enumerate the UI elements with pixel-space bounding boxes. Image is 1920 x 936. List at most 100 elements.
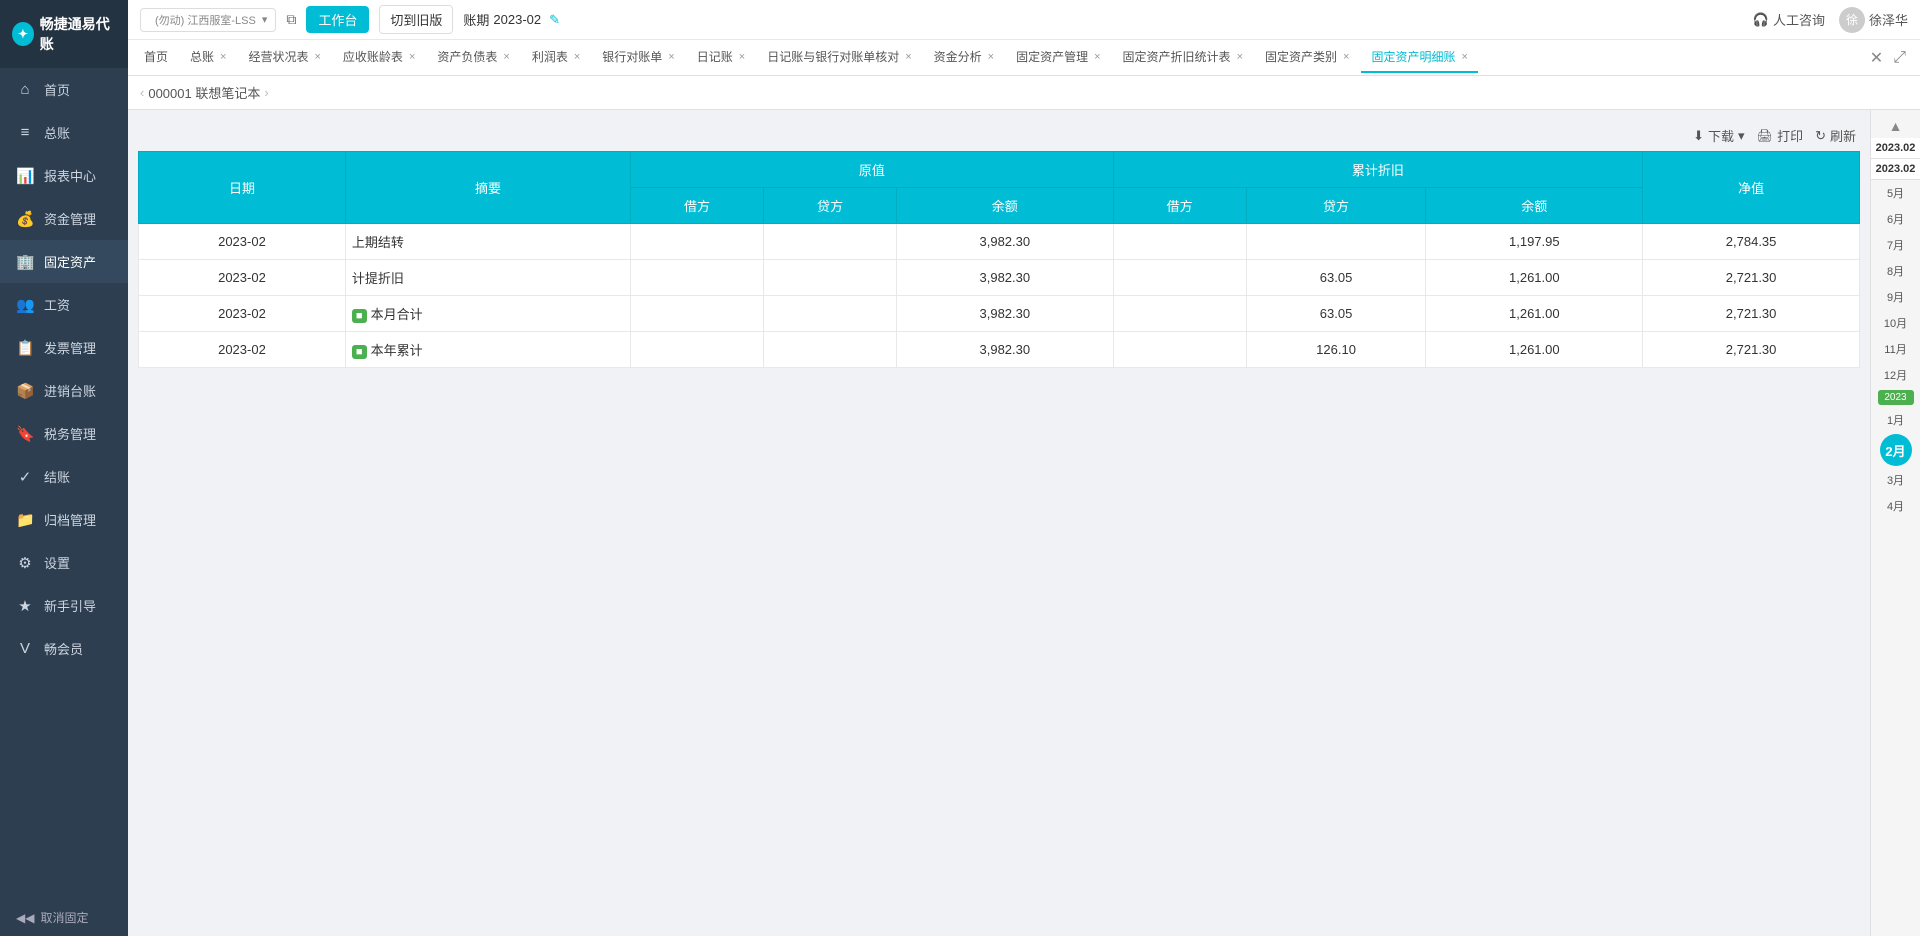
sidebar-item-tax[interactable]: 🔖 税务管理 (0, 412, 128, 455)
tab-label-12: 固定资产类别 (1265, 48, 1337, 65)
cal-month-6月[interactable]: 6月 (1882, 206, 1909, 232)
period-edit-icon[interactable]: ✎ (549, 12, 560, 28)
tab-7[interactable]: 日记账× (687, 42, 755, 73)
sidebar-item-settlement[interactable]: ✓ 结账 (0, 455, 128, 498)
cell-net-2: 2,721.30 (1643, 296, 1860, 332)
tab-close-7[interactable]: × (739, 51, 745, 63)
sidebar-item-archive[interactable]: 📁 归档管理 (0, 498, 128, 541)
chevron-down-icon: ▾ (262, 13, 268, 26)
tab-close-1[interactable]: × (220, 51, 226, 63)
tab-label-8: 日记账与银行对账单核对 (767, 48, 899, 65)
tab-close-12[interactable]: × (1343, 51, 1349, 63)
tab-13[interactable]: 固定资产明细账× (1361, 42, 1477, 73)
sidebar-label-archive: 归档管理 (44, 510, 96, 529)
sidebar-item-settings[interactable]: ⚙ 设置 (0, 541, 128, 584)
cell-orig-debit-0 (631, 224, 764, 260)
cell-net-3: 2,721.30 (1643, 332, 1860, 368)
tab-close-5[interactable]: × (574, 51, 580, 63)
workbench-button[interactable]: 工作台 (306, 6, 369, 33)
sidebar-item-invoice[interactable]: 📋 发票管理 (0, 326, 128, 369)
cal-month-12月[interactable]: 12月 (1882, 362, 1909, 388)
tab-close-11[interactable]: × (1237, 51, 1243, 63)
sidebar-item-payroll[interactable]: 👥 工资 (0, 283, 128, 326)
cal-month-11月[interactable]: 11月 (1882, 336, 1909, 362)
col-dep-balance-header: 余额 (1426, 188, 1643, 224)
cal-month-8月[interactable]: 8月 (1882, 258, 1909, 284)
table-area: ⬇ 下载 ▾ 🖨 打印 ↻ 刷新 日期 摘要 (128, 110, 1870, 936)
sidebar-item-reports[interactable]: 📊 报表中心 (0, 154, 128, 197)
general-ledger-icon: ≡ (16, 124, 34, 141)
cal-month-10月[interactable]: 10月 (1882, 310, 1909, 336)
tab-close-8[interactable]: × (905, 51, 911, 63)
consult-button[interactable]: 🎧 人工咨询 (1753, 10, 1825, 29)
fixed-assets-table: 日期 摘要 原值 累计折旧 净值 借方 贷方 余额 借方 贷方 余额 (138, 151, 1860, 368)
sidebar-item-guide[interactable]: ★ 新手引导 (0, 584, 128, 627)
tab-label-2: 经营状况表 (248, 48, 308, 65)
tab-11[interactable]: 固定资产折旧统计表× (1113, 42, 1253, 73)
maximize-icon[interactable]: ⤢ (1893, 49, 1906, 67)
user-menu[interactable]: 徐 徐泽华 (1839, 7, 1908, 33)
cal-month-3月[interactable]: 3月 (1880, 467, 1912, 493)
tab-1[interactable]: 总账× (180, 42, 236, 73)
cell-orig-credit-3 (763, 332, 896, 368)
tab-close-6[interactable]: × (668, 51, 674, 63)
cell-dep-balance-2: 1,261.00 (1426, 296, 1643, 332)
company-name: (勿动) 江西服室-LSS (155, 12, 256, 28)
cal-month-5月[interactable]: 5月 (1882, 180, 1909, 206)
company-selector[interactable]: (勿动) 江西服室-LSS ▾ (140, 8, 276, 32)
cell-net-0: 2,784.35 (1643, 224, 1860, 260)
action-bar: ⬇ 下载 ▾ 🖨 打印 ↻ 刷新 (138, 120, 1860, 151)
tab-close-3[interactable]: × (409, 51, 415, 63)
sidebar-item-general-ledger[interactable]: ≡ 总账 (0, 111, 128, 154)
refresh-button[interactable]: ↻ 刷新 (1815, 126, 1856, 145)
sidebar-item-funds[interactable]: 💰 资金管理 (0, 197, 128, 240)
cal-month-4月[interactable]: 4月 (1880, 493, 1912, 519)
copy-button[interactable]: ⧉ (286, 11, 296, 28)
tab-close-9[interactable]: × (988, 51, 994, 63)
tab-12[interactable]: 固定资产类别 × (1255, 42, 1359, 73)
sidebar-label-purchase-sales: 进销台账 (44, 381, 96, 400)
table-row: 2023-02 ■本月合计 3,982.30 63.05 1,261.00 2,… (139, 296, 1860, 332)
app-name: 畅捷通易代账 (40, 14, 116, 54)
sidebar-item-fixed-assets[interactable]: 🏢 固定资产 (0, 240, 128, 283)
tab-4[interactable]: 资产负债表 × (427, 42, 519, 73)
tab-8[interactable]: 日记账与银行对账单核对 × (757, 42, 921, 73)
close-all-icon[interactable]: ✕ (1870, 48, 1883, 68)
cal-month-1月[interactable]: 1月 (1880, 407, 1912, 433)
tab-3[interactable]: 应收账龄表× (333, 42, 425, 73)
sidebar-label-guide: 新手引导 (44, 596, 96, 615)
print-label: 打印 (1777, 126, 1803, 145)
tab-close-4[interactable]: × (503, 51, 509, 63)
avatar: 徐 (1839, 7, 1865, 33)
tab-10[interactable]: 固定资产管理× (1006, 42, 1110, 73)
cell-date-0: 2023-02 (139, 224, 346, 260)
sidebar-item-member[interactable]: V 畅会员 (0, 627, 128, 670)
download-button[interactable]: ⬇ 下载 ▾ (1693, 126, 1744, 145)
tab-6[interactable]: 银行对账单× (592, 42, 684, 73)
breadcrumb-right-arrow[interactable]: › (264, 85, 268, 100)
settings-icon: ⚙ (16, 554, 34, 572)
tab-close-13[interactable]: × (1461, 51, 1467, 63)
breadcrumb-left-arrow[interactable]: ‹ (140, 85, 144, 100)
tab-5[interactable]: 利润表× (522, 42, 590, 73)
cal-month-2月[interactable]: 2月 (1880, 434, 1912, 466)
cell-abstract-2: ■本月合计 (345, 296, 630, 332)
tag-3: ■ (352, 345, 367, 359)
cal-month-9月[interactable]: 9月 (1882, 284, 1909, 310)
print-button[interactable]: 🖨 打印 (1757, 126, 1804, 145)
cal-up-button[interactable]: ▲ (1871, 114, 1920, 138)
sidebar-item-home[interactable]: ⌂ 首页 (0, 68, 128, 111)
tab-9[interactable]: 资金分析× (924, 42, 1004, 73)
switch-version-button[interactable]: 切到旧版 (379, 5, 453, 34)
tab-label-4: 资产负债表 (437, 48, 497, 65)
tab-2[interactable]: 经营状况表 × (238, 42, 330, 73)
sidebar-item-purchase-sales[interactable]: 📦 进销台账 (0, 369, 128, 412)
sidebar-unpin-button[interactable]: ◀◀ 取消固定 (0, 899, 128, 936)
settlement-icon: ✓ (16, 468, 34, 486)
col-abstract-header: 摘要 (345, 152, 630, 224)
tab-close-10[interactable]: × (1094, 51, 1100, 63)
tab-close-2[interactable]: × (314, 51, 320, 63)
cal-month-7月[interactable]: 7月 (1882, 232, 1909, 258)
tab-0[interactable]: 首页 (134, 42, 178, 73)
download-label: 下载 (1708, 126, 1734, 145)
